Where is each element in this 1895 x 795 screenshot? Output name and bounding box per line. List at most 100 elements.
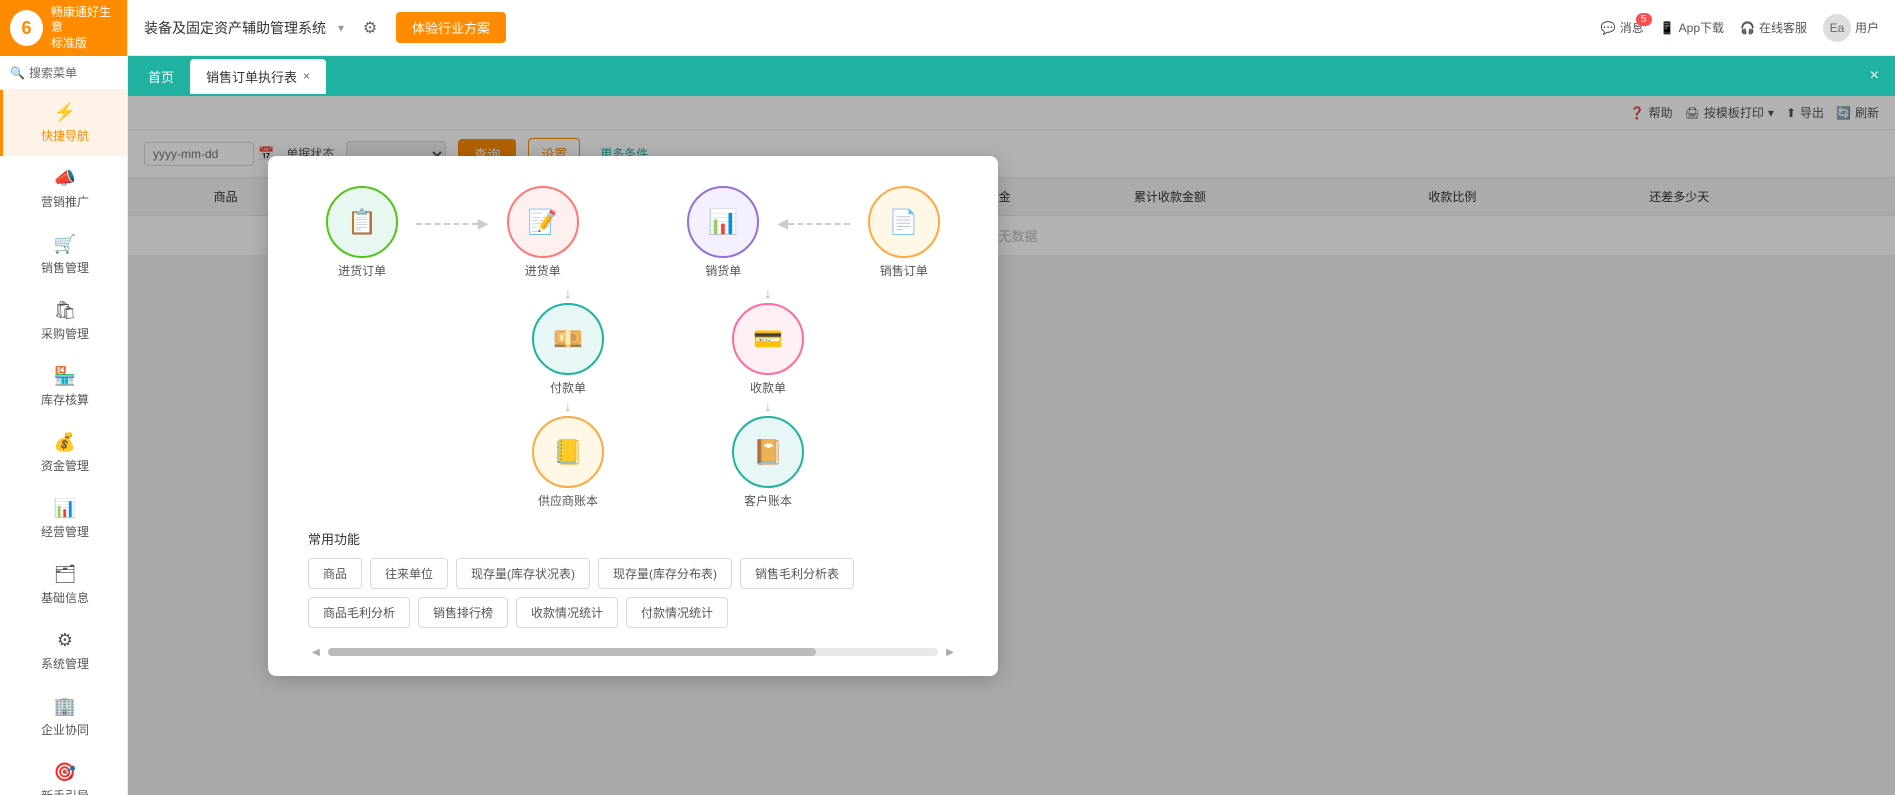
btn-goods-profit[interactable]: 商品毛利分析 <box>308 597 410 628</box>
new-guide-icon: 🎯 <box>54 762 76 783</box>
sidebar-item-operations[interactable]: 📊 经营管理 <box>0 486 127 552</box>
flow-sales-bill: 📊 销货单 <box>669 186 777 279</box>
search-menu[interactable]: 🔍 搜索菜单 <box>0 56 127 90</box>
supplier-ledger-label: 供应商账本 <box>538 492 598 509</box>
flow-purchase-bill: 📝 进货单 <box>489 186 597 279</box>
supplier-ledger-node: 📒 <box>532 416 604 488</box>
sidebar-item-sales[interactable]: 🛒 销售管理 <box>0 222 127 288</box>
message-icon: 💬 <box>1601 21 1616 35</box>
marketing-icon: 📣 <box>54 168 76 189</box>
basic-info-icon: 🗂 <box>54 564 77 585</box>
payment-in-node: 💳 <box>732 303 804 375</box>
online-service-button[interactable]: 🎧 在线客服 <box>1740 19 1807 36</box>
arrow-down-payment-in: ↓ <box>765 283 772 303</box>
btn-receipt-stats[interactable]: 收款情况统计 <box>516 597 618 628</box>
scroll-left-btn[interactable]: ◀ <box>308 644 324 660</box>
logo-icon: 6 <box>10 10 43 46</box>
btn-counterparty[interactable]: 往来单位 <box>370 558 448 589</box>
sales-order-node: 📄 <box>868 186 940 258</box>
btn-payment-stats[interactable]: 付款情况统计 <box>626 597 728 628</box>
customer-ledger-label: 客户账本 <box>744 492 792 509</box>
sales-order-label: 销售订单 <box>880 262 928 279</box>
btn-stock-status[interactable]: 现存量(库存状况表) <box>456 558 590 589</box>
tab-sales-order[interactable]: 销售订单执行表 × <box>190 59 326 94</box>
btn-goods[interactable]: 商品 <box>308 558 362 589</box>
modal-scroll: ◀ ▶ <box>308 644 958 660</box>
purchase-icon: 🛍 <box>54 300 77 321</box>
sidebar-item-basic-info[interactable]: 🗂 基础信息 <box>0 552 127 618</box>
sidebar-item-finance[interactable]: 💰 资金管理 <box>0 420 127 486</box>
purchase-order-node: 📋 <box>326 186 398 258</box>
scroll-thumb[interactable] <box>328 648 816 656</box>
payment-out-node: 💴 <box>532 303 604 375</box>
arrow-order-to-bill: ◀ <box>777 215 849 232</box>
sidebar-item-quick-nav[interactable]: ⚡ 快捷导航 <box>0 90 127 156</box>
sales-bill-node: 📊 <box>687 186 759 258</box>
payment-out-label: 付款单 <box>550 379 586 396</box>
purchase-bill-label: 进货单 <box>525 262 561 279</box>
arrow-down-customer: ↓ <box>765 396 772 416</box>
btn-sales-ranking[interactable]: 销售排行榜 <box>418 597 508 628</box>
sidebar-item-marketing[interactable]: 📣 营销推广 <box>0 156 127 222</box>
system-title: 装备及固定资产辅助管理系统 <box>144 18 326 38</box>
dropdown-icon[interactable]: ▾ <box>338 21 344 35</box>
message-button[interactable]: 💬 消息 5 <box>1601 19 1644 36</box>
scroll-track <box>328 648 938 656</box>
main-area: 装备及固定资产辅助管理系统 ▾ ⚙ 体验行业方案 💬 消息 5 📱 App下载 … <box>128 0 1895 795</box>
inventory-icon: 🏪 <box>54 366 76 387</box>
avatar: Ea <box>1823 14 1851 42</box>
customer-ledger-node: 📔 <box>732 416 804 488</box>
scroll-bar-area: ◀ ▶ <box>308 644 958 660</box>
purchase-order-icon: 📋 <box>347 208 377 237</box>
payment-in-icon: 💳 <box>753 325 783 354</box>
sidebar-nav: ⚡ 快捷导航 📣 营销推广 🛒 销售管理 🛍 采购管理 🏪 库存核算 💰 <box>0 90 127 795</box>
sales-icon: 🛒 <box>54 234 76 255</box>
sidebar: 6 畅康通好生意 标准版 🔍 搜索菜单 ⚡ 快捷导航 📣 营销推广 🛒 销售管理 <box>0 0 128 795</box>
sidebar-logo: 6 畅康通好生意 标准版 <box>0 0 127 56</box>
tab-bar-close-icon[interactable]: × <box>1858 67 1891 85</box>
sidebar-item-enterprise[interactable]: 🏢 企业协同 <box>0 684 127 750</box>
tab-home[interactable]: 首页 <box>132 59 190 94</box>
sidebar-item-purchase[interactable]: 🛍 采购管理 <box>0 288 127 354</box>
supplier-ledger-icon: 📒 <box>553 438 583 467</box>
tab-close-icon[interactable]: × <box>303 69 310 83</box>
top-right-actions: 💬 消息 5 📱 App下载 🎧 在线客服 Ea 用户 <box>1601 14 1879 42</box>
sidebar-item-system[interactable]: ⚙ 系统管理 <box>0 618 127 684</box>
customer-ledger-icon: 📔 <box>753 438 783 467</box>
arrow-down-supplier: ↓ <box>565 396 572 416</box>
sales-bill-icon: 📊 <box>708 208 738 237</box>
payment-in-col: ↓ 💳 收款单 ↓ 📔 客户账本 <box>708 283 828 509</box>
payment-in-label: 收款单 <box>750 379 786 396</box>
flow-diagram: 📋 进货订单 ▶ <box>308 186 958 509</box>
arrow-down-payment-out: ↓ <box>565 283 572 303</box>
btn-stock-distribution[interactable]: 现存量(库存分布表) <box>598 558 732 589</box>
payment-out-icon: 💴 <box>553 325 583 354</box>
enterprise-icon: 🏢 <box>54 696 76 717</box>
user-button[interactable]: Ea 用户 <box>1823 14 1879 42</box>
download-icon: 📱 <box>1660 21 1675 35</box>
scroll-right-btn[interactable]: ▶ <box>942 644 958 660</box>
btn-sales-profit[interactable]: 销售毛利分析表 <box>740 558 854 589</box>
sidebar-item-inventory[interactable]: 🏪 库存核算 <box>0 354 127 420</box>
sidebar-item-new-guide[interactable]: 🎯 新手引导 <box>0 750 127 795</box>
purchase-order-label: 进货订单 <box>338 262 386 279</box>
purchase-bill-node: 📝 <box>507 186 579 258</box>
experience-button[interactable]: 体验行业方案 <box>396 12 506 43</box>
modal-overlay[interactable]: 📋 进货订单 ▶ <box>128 96 1895 795</box>
flow-row-1: 📋 进货订单 ▶ <box>308 186 958 279</box>
operations-icon: 📊 <box>54 498 76 519</box>
logo-text: 畅康通好生意 标准版 <box>51 5 117 52</box>
message-badge: 5 <box>1636 13 1652 26</box>
sales-order-icon: 📄 <box>889 208 919 237</box>
sales-bill-label: 销货单 <box>705 262 741 279</box>
arrow-purchase-to-bill: ▶ <box>416 215 488 232</box>
purchase-bill-icon: 📝 <box>528 208 558 237</box>
tab-bar: 首页 销售订单执行表 × × <box>128 56 1895 96</box>
common-buttons: 商品 往来单位 现存量(库存状况表) 现存量(库存分布表) 销售毛利分析表 商品… <box>308 558 958 628</box>
app-download-button[interactable]: 📱 App下载 <box>1660 19 1724 36</box>
modal-box: 📋 进货订单 ▶ <box>268 156 998 676</box>
payment-out-col: ↓ 💴 付款单 ↓ 📒 供应商账本 <box>508 283 628 509</box>
flow-row-2: ↓ 💴 付款单 ↓ 📒 供应商账本 <box>308 283 958 509</box>
gear-button[interactable]: ⚙ <box>356 14 384 42</box>
common-title: 常用功能 <box>308 529 958 548</box>
